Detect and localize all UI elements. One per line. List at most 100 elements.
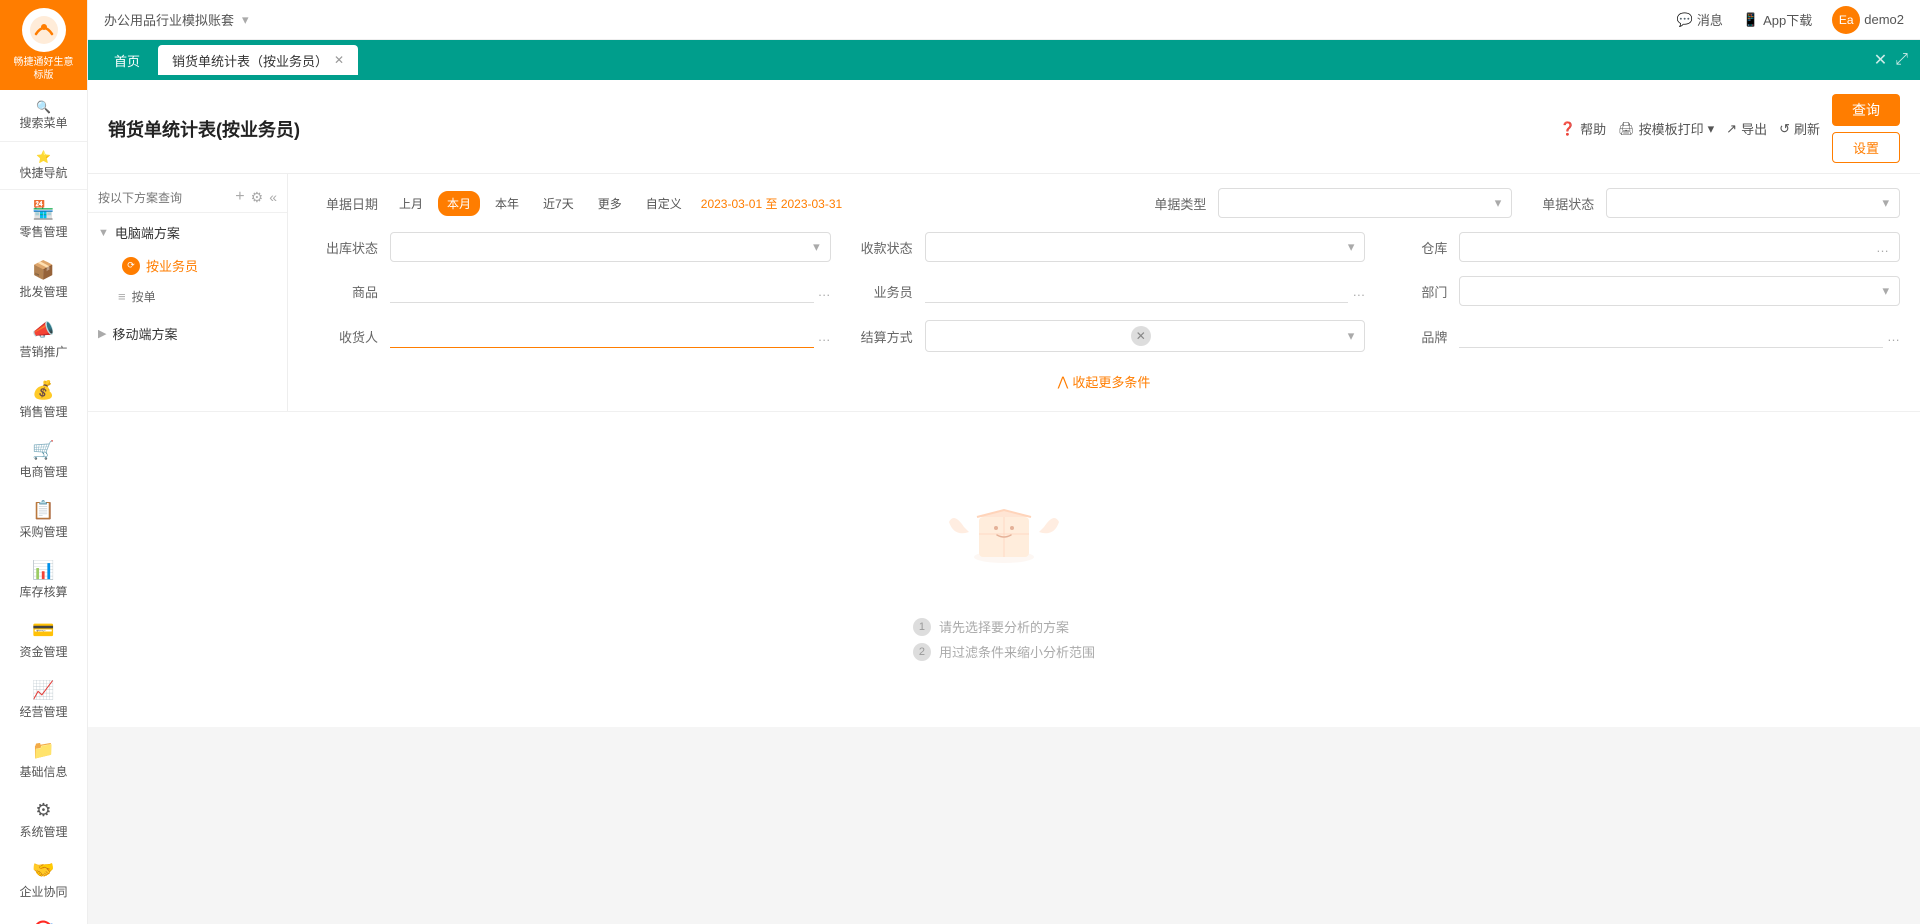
breadcrumb-dropdown-icon[interactable]: ▾ — [242, 12, 249, 28]
sidebar-item-inventory[interactable]: 📊 库存核算 — [0, 550, 87, 610]
scheme-salesperson-icon: ⟳ — [122, 257, 140, 275]
retail-icon: 🏪 — [32, 200, 54, 221]
message-button[interactable]: 💬 消息 — [1677, 10, 1723, 29]
collapse-button[interactable]: ⋀ 收起更多条件 — [1058, 372, 1151, 391]
salesperson-dots[interactable]: … — [1352, 284, 1365, 299]
sidebar-item-system[interactable]: ⚙ 系统管理 — [0, 790, 87, 850]
collapse-icon: ⋀ — [1058, 374, 1069, 390]
app-download-button[interactable]: 📱 App下载 — [1743, 10, 1812, 29]
scheme-mobile-arrow: ▶ — [98, 327, 106, 340]
tabbar-expand-button[interactable]: ⤢ — [1895, 51, 1908, 69]
date-btn-7days[interactable]: 近7天 — [534, 191, 583, 216]
user-name: demo2 — [1864, 12, 1904, 27]
sidebar-menu-list: 🏪 零售管理 📦 批发管理 📣 营销推广 💰 销售管理 🛒 电商管理 📋 采购管… — [0, 190, 87, 924]
sidebar-item-newbie[interactable]: 🎯 新手引导 — [0, 910, 87, 924]
scheme-salesperson-label: 按业务员 — [146, 256, 198, 275]
scheme-sidebar-header: 按以下方案查询 + ⚙ « — [88, 182, 287, 213]
sidebar-item-retail[interactable]: 🏪 零售管理 — [0, 190, 87, 250]
message-label: 消息 — [1697, 10, 1723, 29]
page-title: 销货单统计表(按业务员) — [108, 116, 300, 142]
brand-input[interactable] — [1459, 324, 1883, 348]
export-button[interactable]: ↗ 导出 — [1726, 119, 1767, 138]
sidebar-system-label: 系统管理 — [19, 823, 67, 840]
print-dropdown-icon[interactable]: ▾ — [1708, 121, 1715, 137]
sidebar-item-finance[interactable]: 💳 资金管理 — [0, 610, 87, 670]
filter-panel: 单据日期 上月 本月 本年 近7天 更多 自定义 2023-03-01 至 20… — [288, 174, 1920, 411]
user-profile[interactable]: Ea demo2 — [1832, 6, 1904, 34]
warehouse-select[interactable]: … — [1459, 232, 1900, 262]
goods-dots[interactable]: … — [818, 284, 831, 299]
operation-icon: 📈 — [32, 680, 54, 701]
brand-label: 品牌 — [1377, 327, 1447, 346]
sidebar-enterprise-label: 企业协同 — [19, 883, 67, 900]
settings-button[interactable]: 设置 — [1832, 132, 1900, 163]
sidebar-search-menu[interactable]: 🔍 搜索菜单 — [0, 90, 87, 142]
sales-stat-tab-close[interactable]: ✕ — [334, 53, 344, 67]
sidebar-item-basic[interactable]: 📁 基础信息 — [0, 730, 87, 790]
print-button[interactable]: 🖨 按模板打印 ▾ — [1618, 119, 1714, 138]
scheme-item-salesperson[interactable]: ⟳ 按业务员 — [112, 250, 283, 281]
date-btn-custom[interactable]: 自定义 — [637, 191, 691, 216]
scheme-mobile-title[interactable]: ▶ 移动端方案 — [88, 318, 287, 349]
sidebar-wholesale-label: 批发管理 — [19, 283, 67, 300]
tabbar-close-button[interactable]: ✕ — [1874, 50, 1887, 70]
enterprise-icon: 🤝 — [32, 860, 54, 881]
department-select[interactable]: ▾ — [1459, 276, 1900, 306]
filter-row-1: 单据日期 上月 本月 本年 近7天 更多 自定义 2023-03-01 至 20… — [308, 188, 1900, 218]
sidebar-item-sales[interactable]: 💰 销售管理 — [0, 370, 87, 430]
sidebar-item-ecommerce[interactable]: 🛒 电商管理 — [0, 430, 87, 490]
sidebar-logo[interactable]: 畅捷通好生意 标版 — [0, 0, 87, 90]
empty-state: 1 请先选择要分析的方案 2 用过滤条件来缩小分析范围 — [88, 412, 1920, 727]
scheme-add-icon[interactable]: + — [235, 188, 244, 206]
scheme-settings-icon[interactable]: ⚙ — [251, 189, 264, 206]
app-logo-icon — [22, 8, 66, 52]
salesperson-input[interactable] — [925, 279, 1349, 303]
recipient-dots[interactable]: … — [818, 329, 831, 344]
sidebar-item-wholesale[interactable]: 📦 批发管理 — [0, 250, 87, 310]
date-btn-last-month[interactable]: 上月 — [390, 191, 432, 216]
step-1-text: 请先选择要分析的方案 — [939, 617, 1069, 636]
sales-stat-tab-label: 销货单统计表（按业务员） — [172, 51, 328, 70]
doc-status-select[interactable]: ▾ — [1606, 188, 1900, 218]
recipient-input[interactable] — [390, 324, 814, 348]
settlement-select[interactable]: ✕ ▾ — [925, 320, 1366, 352]
scheme-desktop-title[interactable]: ▼ 电脑端方案 — [88, 217, 287, 248]
payment-status-arrow: ▾ — [1348, 239, 1355, 255]
sidebar-item-operation[interactable]: 📈 经营管理 — [0, 670, 87, 730]
date-btn-this-month[interactable]: 本月 — [438, 191, 480, 216]
tab-home[interactable]: 首页 — [100, 45, 154, 75]
query-button[interactable]: 查询 — [1832, 94, 1900, 126]
payment-status-control: ▾ — [925, 232, 1366, 262]
doc-type-label: 单据类型 — [1136, 194, 1206, 213]
goods-input[interactable] — [390, 279, 814, 303]
print-icon: 🖨 — [1618, 121, 1635, 137]
sidebar-item-enterprise[interactable]: 🤝 企业协同 — [0, 850, 87, 910]
warehouse-dots[interactable]: … — [1876, 240, 1889, 255]
tab-sales-stat[interactable]: 销货单统计表（按业务员） ✕ — [158, 45, 358, 75]
settlement-clear[interactable]: ✕ — [1131, 326, 1151, 346]
topbar: 办公用品行业模拟账套 ▾ 💬 消息 📱 App下载 Ea demo2 — [88, 0, 1920, 40]
empty-step-1: 1 请先选择要分析的方案 — [913, 617, 1095, 636]
refresh-button[interactable]: ↺ 刷新 — [1779, 119, 1820, 138]
scheme-by-order-label: 按单 — [132, 288, 156, 305]
date-btn-this-year[interactable]: 本年 — [486, 191, 528, 216]
brand-dots[interactable]: … — [1887, 329, 1900, 344]
sidebar-search-label: 搜索菜单 — [0, 114, 87, 131]
help-button[interactable]: ❓ 帮助 — [1560, 119, 1606, 138]
sidebar-item-purchase[interactable]: 📋 采购管理 — [0, 490, 87, 550]
step-2-number: 2 — [913, 643, 931, 661]
stock-status-label: 出库状态 — [308, 238, 378, 257]
step-2-text: 用过滤条件来缩小分析范围 — [939, 642, 1095, 661]
payment-status-select[interactable]: ▾ — [925, 232, 1366, 262]
doc-type-select[interactable]: ▾ — [1218, 188, 1512, 218]
sidebar-quicknav[interactable]: ⭐ 快捷导航 — [0, 142, 87, 190]
scheme-item-by-order[interactable]: ≡ 按单 — [108, 283, 287, 310]
empty-step-2: 2 用过滤条件来缩小分析范围 — [913, 642, 1095, 661]
stock-status-select[interactable]: ▾ — [390, 232, 831, 262]
page-content: 销货单统计表(按业务员) ❓ 帮助 🖨 按模板打印 ▾ ↗ 导出 ↺ 刷新 — [88, 80, 1920, 924]
scheme-by-order-icon: ≡ — [118, 289, 126, 304]
scheme-desktop-items: ⟳ 按业务员 ≡ 按单 — [88, 250, 287, 310]
scheme-collapse-icon[interactable]: « — [269, 189, 277, 205]
sidebar-item-marketing[interactable]: 📣 营销推广 — [0, 310, 87, 370]
date-btn-more[interactable]: 更多 — [589, 191, 631, 216]
